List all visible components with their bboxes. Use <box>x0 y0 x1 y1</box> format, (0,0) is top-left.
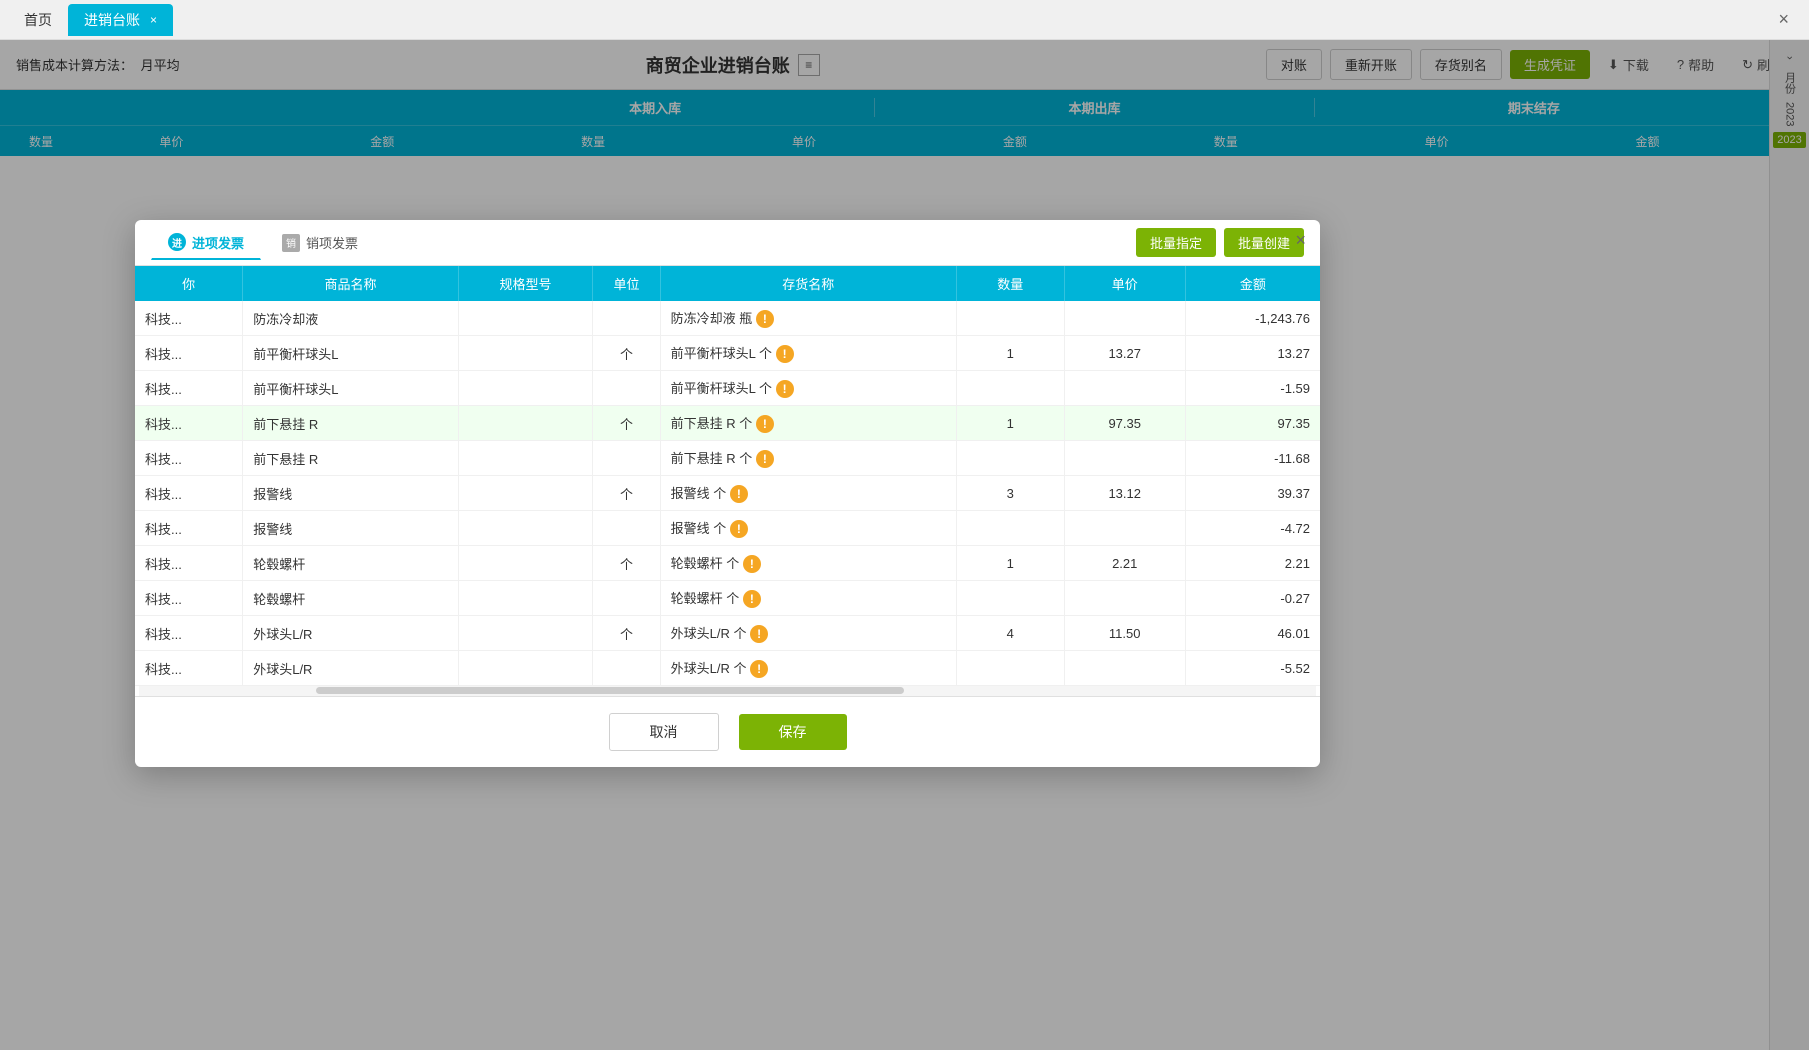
main-content: 销售成本计算方法： 月平均 商贸企业进销台账 ≡ 对账 重新开账 存货别名 生成… <box>0 40 1809 1050</box>
table-row: 科技...前下悬挂 R个前下悬挂 R 个 !197.3597.35 <box>135 406 1320 441</box>
modal-body[interactable]: 你 商品名称 规格型号 单位 存货名称 数量 单价 金额 科技...防冻冷却液防… <box>135 266 1320 686</box>
warn-icon: ! <box>730 485 748 503</box>
table-row: 科技...外球头L/R个外球头L/R 个 !411.5046.01 <box>135 616 1320 651</box>
tab-sales-label: 销项发票 <box>306 233 358 252</box>
cancel-button[interactable]: 取消 <box>609 713 719 751</box>
table-row: 科技...轮毂螺杆个轮毂螺杆 个 !12.212.21 <box>135 546 1320 581</box>
tab-bar: 首页 进销台账 × × <box>0 0 1809 40</box>
table-row: 科技...外球头L/R外球头L/R 个 !-5.52 <box>135 651 1320 686</box>
purchase-invoice-icon: 进 <box>168 233 186 251</box>
table-row: 科技...轮毂螺杆轮毂螺杆 个 !-0.27 <box>135 581 1320 616</box>
th-col6: 数量 <box>956 266 1064 301</box>
warn-icon: ! <box>756 310 774 328</box>
warn-icon: ! <box>756 450 774 468</box>
scrollbar-thumb[interactable] <box>316 687 905 694</box>
modal-close-button[interactable]: × <box>1295 230 1306 251</box>
modal-tabs: 进 进项发票 销 销项发票 <box>151 226 375 260</box>
tab-home[interactable]: 首页 <box>8 4 68 36</box>
horizontal-scrollbar[interactable] <box>139 686 1316 696</box>
th-col4: 单位 <box>593 266 660 301</box>
batch-create-button[interactable]: 批量创建 <box>1224 228 1304 257</box>
tab-purchase-invoice[interactable]: 进 进项发票 <box>151 226 261 260</box>
th-col2: 商品名称 <box>243 266 458 301</box>
warn-icon: ! <box>776 380 794 398</box>
modal-footer: 取消 保存 <box>135 696 1320 767</box>
th-col8: 金额 <box>1185 266 1320 301</box>
modal-dialog: 进 进项发票 销 销项发票 批量指定 批量创建 × 你 商品名称 <box>135 220 1320 767</box>
tab-ledger-label: 进销台账 <box>84 10 140 30</box>
warn-icon: ! <box>776 345 794 363</box>
table-row: 科技...前平衡杆球头L个前平衡杆球头L 个 !113.2713.27 <box>135 336 1320 371</box>
tab-ledger-close[interactable]: × <box>150 13 157 27</box>
table-row: 科技...报警线报警线 个 !-4.72 <box>135 511 1320 546</box>
warn-icon: ! <box>750 625 768 643</box>
tab-sales-invoice[interactable]: 销 销项发票 <box>265 226 375 260</box>
window-close-button[interactable]: × <box>1766 9 1801 30</box>
save-button[interactable]: 保存 <box>739 714 847 750</box>
invoice-table: 你 商品名称 规格型号 单位 存货名称 数量 单价 金额 科技...防冻冷却液防… <box>135 266 1320 686</box>
th-col3: 规格型号 <box>458 266 593 301</box>
sales-invoice-icon: 销 <box>282 234 300 252</box>
warn-icon: ! <box>743 590 761 608</box>
table-row: 科技...前下悬挂 R前下悬挂 R 个 !-11.68 <box>135 441 1320 476</box>
th-col1: 你 <box>135 266 243 301</box>
th-col5: 存货名称 <box>660 266 956 301</box>
modal-header: 进 进项发票 销 销项发票 批量指定 批量创建 <box>135 220 1320 266</box>
th-col7: 单价 <box>1064 266 1185 301</box>
table-row: 科技...报警线个报警线 个 !313.1239.37 <box>135 476 1320 511</box>
tab-purchase-label: 进项发票 <box>192 233 244 252</box>
table-row: 科技...防冻冷却液防冻冷却液 瓶 !-1,243.76 <box>135 301 1320 336</box>
warn-icon: ! <box>730 520 748 538</box>
warn-icon: ! <box>750 660 768 678</box>
warn-icon: ! <box>743 555 761 573</box>
modal-header-actions: 批量指定 批量创建 <box>1136 228 1304 257</box>
batch-assign-button[interactable]: 批量指定 <box>1136 228 1216 257</box>
warn-icon: ! <box>756 415 774 433</box>
table-row: 科技...前平衡杆球头L前平衡杆球头L 个 !-1.59 <box>135 371 1320 406</box>
tab-ledger[interactable]: 进销台账 × <box>68 4 173 36</box>
tab-home-label: 首页 <box>24 12 52 28</box>
